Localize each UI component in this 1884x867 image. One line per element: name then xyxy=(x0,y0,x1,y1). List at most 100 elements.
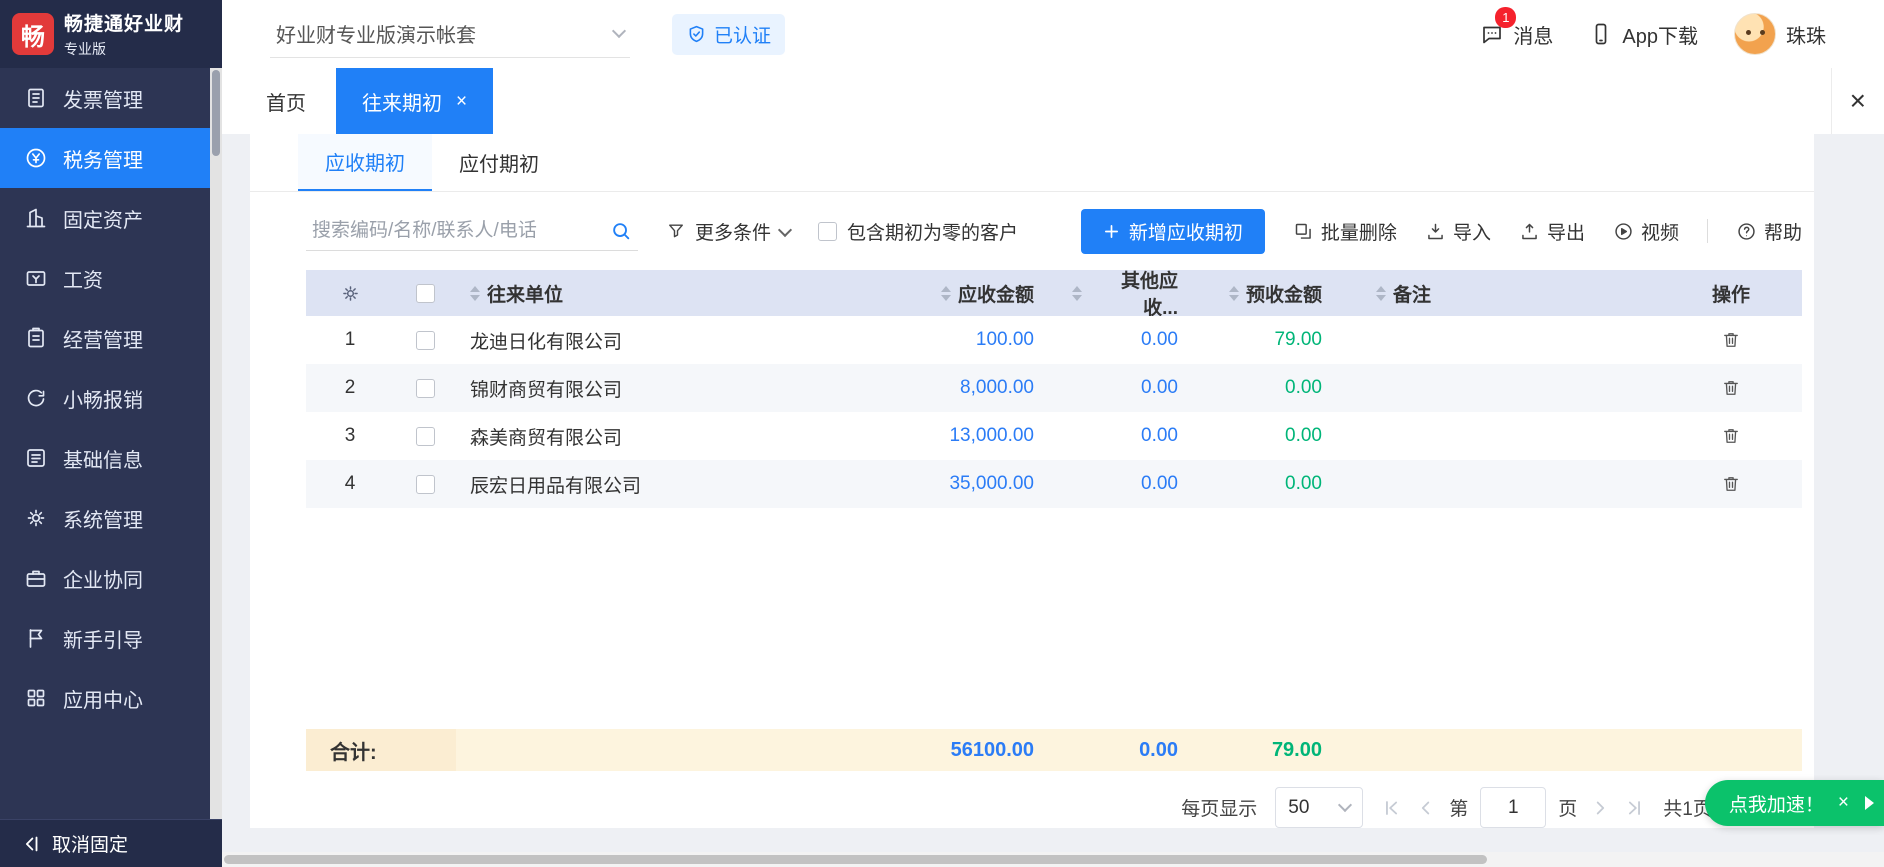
more-filters-button[interactable]: 更多条件 xyxy=(666,218,793,245)
video-button[interactable]: 视频 xyxy=(1613,218,1679,245)
sidebar-menu: 发票管理 税务管理 固定资产 工资 经营管理 小畅报销 基础信息 系统管理 企业… xyxy=(0,68,210,819)
chevron-down-icon xyxy=(777,222,793,237)
tab-home[interactable]: 首页 xyxy=(222,68,336,134)
column-header-advance[interactable]: 预收金额 xyxy=(1206,280,1348,307)
gear-icon[interactable] xyxy=(340,283,361,304)
other-receivable-cell: 0.00 xyxy=(1141,377,1178,398)
delete-row-button[interactable] xyxy=(1721,426,1741,446)
row-checkbox[interactable] xyxy=(415,330,435,350)
unpin-sidebar-button[interactable]: 取消固定 xyxy=(0,819,222,867)
sort-icon[interactable] xyxy=(1376,285,1386,301)
horizontal-scrollbar[interactable] xyxy=(222,852,1884,867)
panel-tab-label: 应付期初 xyxy=(459,154,539,176)
certified-label: 已认证 xyxy=(714,25,772,47)
other-receivable-cell: 0.00 xyxy=(1141,473,1178,494)
sidebar-item-label: 基础信息 xyxy=(63,449,143,472)
funnel-icon xyxy=(666,221,686,241)
sidebar-item-app-center[interactable]: 应用中心 xyxy=(0,668,210,728)
account-book-selector[interactable]: 好业财专业版演示帐套 xyxy=(270,10,630,58)
add-receivable-opening-button[interactable]: 新增应收期初 xyxy=(1080,208,1265,254)
sort-icon[interactable] xyxy=(1228,285,1239,301)
sidebar-item-fixed-assets[interactable]: 固定资产 xyxy=(0,188,210,248)
app-download-button[interactable]: App下载 xyxy=(1589,20,1698,49)
tax-icon xyxy=(24,146,48,170)
column-header-note[interactable]: 备注 xyxy=(1348,280,1660,307)
sidebar-item-salary[interactable]: 工资 xyxy=(0,248,210,308)
select-all-checkbox[interactable] xyxy=(415,283,435,303)
search-input[interactable] xyxy=(312,219,582,242)
column-header-other-receivable[interactable]: 其他应收... xyxy=(1072,266,1206,320)
help-button[interactable]: 帮助 xyxy=(1736,218,1802,245)
per-page-select[interactable]: 50 xyxy=(1275,787,1364,828)
import-button[interactable]: 导入 xyxy=(1425,218,1491,245)
sidebar-item-basic-info[interactable]: 基础信息 xyxy=(0,428,210,488)
tab-receivable-opening[interactable]: 应收期初 xyxy=(298,134,432,191)
import-icon xyxy=(1425,221,1446,242)
include-zero-filter[interactable]: 包含期初为零的客户 xyxy=(818,218,1018,245)
table-row[interactable]: 3 森美商贸有限公司 13,000.00 0.00 0.00 xyxy=(306,412,1802,460)
tool-button-label: 导出 xyxy=(1546,222,1585,244)
table-row[interactable]: 1 龙迪日化有限公司 100.00 0.00 79.00 xyxy=(306,316,1802,364)
row-checkbox[interactable] xyxy=(415,474,435,494)
pagination: 每页显示 50 第 页 共1页, 4条记录 xyxy=(306,771,1802,828)
sidebar-item-system[interactable]: 系统管理 xyxy=(0,488,210,548)
sidebar-item-collaboration[interactable]: 企业协同 xyxy=(0,548,210,608)
per-page-value: 50 xyxy=(1288,796,1310,818)
last-page-button[interactable] xyxy=(1623,797,1645,819)
trash-icon xyxy=(1721,474,1741,494)
tab-home-label: 首页 xyxy=(266,92,306,115)
prev-page-button[interactable] xyxy=(1415,797,1437,819)
messages-button[interactable]: 1 消息 xyxy=(1480,6,1553,49)
table-row[interactable]: 4 辰宏日用品有限公司 35,000.00 0.00 0.00 xyxy=(306,460,1802,508)
close-icon[interactable]: × xyxy=(1838,792,1849,814)
user-menu[interactable]: 珠珠 xyxy=(1734,13,1826,55)
row-checkbox[interactable] xyxy=(415,426,435,446)
sidebar-item-label: 新手引导 xyxy=(63,629,143,652)
close-all-tabs-icon[interactable]: × xyxy=(1850,87,1866,115)
delete-row-button[interactable] xyxy=(1721,378,1741,398)
tab-close-icon[interactable]: × xyxy=(456,92,467,111)
column-header-company[interactable]: 往来单位 xyxy=(456,280,824,307)
accelerate-floating-button[interactable]: 点我加速！ × xyxy=(1704,780,1884,826)
sidebar-item-invoice[interactable]: 发票管理 xyxy=(0,68,210,128)
fixed-assets-icon xyxy=(24,206,48,230)
system-gear-icon xyxy=(24,506,48,530)
next-page-button[interactable] xyxy=(1589,797,1611,819)
export-button[interactable]: 导出 xyxy=(1519,218,1585,245)
sort-icon[interactable] xyxy=(940,285,951,301)
advance-cell: 0.00 xyxy=(1285,425,1322,446)
column-header-receivable[interactable]: 应收金额 xyxy=(824,280,1072,307)
search-icon[interactable] xyxy=(610,220,632,242)
include-zero-checkbox[interactable] xyxy=(818,221,838,241)
delete-row-button[interactable] xyxy=(1721,474,1741,494)
row-index: 4 xyxy=(344,473,356,494)
tab-label: 往来期初 xyxy=(362,92,442,115)
batch-delete-button[interactable]: 批量删除 xyxy=(1293,218,1397,245)
chevron-right-icon xyxy=(1589,797,1611,819)
sidebar-item-guide[interactable]: 新手引导 xyxy=(0,608,210,668)
tab-payable-opening[interactable]: 应付期初 xyxy=(432,134,566,191)
certified-badge[interactable]: 已认证 xyxy=(672,13,786,55)
sidebar-item-tax[interactable]: 税务管理 xyxy=(0,128,210,188)
sidebar-item-reimburse[interactable]: 小畅报销 xyxy=(0,368,210,428)
sidebar-scrollbar-thumb[interactable] xyxy=(212,70,220,156)
invoice-icon xyxy=(24,86,48,110)
advance-cell: 79.00 xyxy=(1274,329,1322,350)
sidebar-item-business[interactable]: 经营管理 xyxy=(0,308,210,368)
app-edition: 专业版 xyxy=(64,41,106,57)
other-receivable-cell: 0.00 xyxy=(1141,425,1178,446)
sidebar-item-label: 税务管理 xyxy=(63,149,143,172)
page-number-input[interactable] xyxy=(1480,787,1547,828)
sidebar-scrollbar[interactable] xyxy=(210,68,222,819)
horizontal-scrollbar-thumb[interactable] xyxy=(224,855,1488,864)
tab-opening-balances[interactable]: 往来期初 × xyxy=(336,68,494,134)
row-checkbox[interactable] xyxy=(415,378,435,398)
delete-row-button[interactable] xyxy=(1721,330,1741,350)
sidebar: 畅 畅捷通好业财 专业版 发票管理 税务管理 固定资产 工资 经营管理 小畅报销… xyxy=(0,0,222,867)
tool-button-label: 视频 xyxy=(1640,222,1679,244)
sort-icon[interactable] xyxy=(1072,285,1082,301)
table-row[interactable]: 2 锦财商贸有限公司 8,000.00 0.00 0.00 xyxy=(306,364,1802,412)
receivable-cell: 100.00 xyxy=(975,329,1034,350)
first-page-button[interactable] xyxy=(1381,797,1403,819)
sort-icon[interactable] xyxy=(470,285,480,301)
